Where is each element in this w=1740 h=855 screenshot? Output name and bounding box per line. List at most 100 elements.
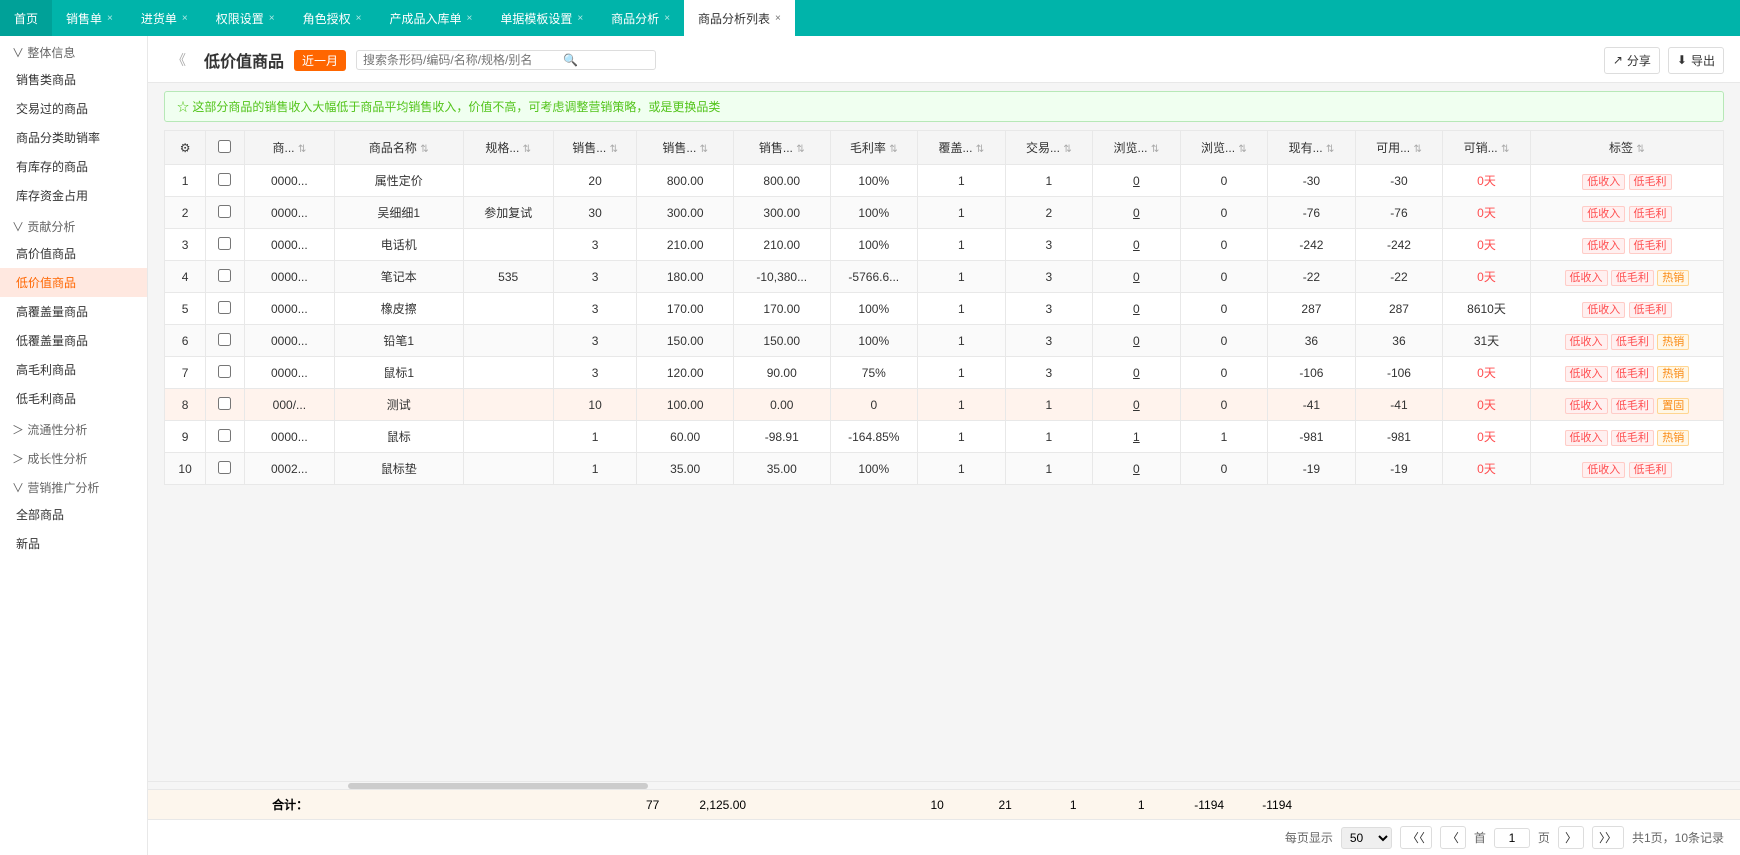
nav-template-settings[interactable]: 单据模板设置 × bbox=[486, 0, 597, 36]
sidebar-group-growth[interactable]: ＞ 成长性分析 bbox=[0, 442, 147, 471]
table-row: 5 0000... 橡皮擦 3 170.00 170.00 100% 1 3 0… bbox=[165, 293, 1724, 325]
tags-col-header[interactable]: 标签 ⇅ bbox=[1530, 131, 1723, 165]
browse1-value[interactable]: 0 bbox=[1133, 270, 1140, 284]
export-button[interactable]: ⬇ 导出 bbox=[1668, 47, 1724, 74]
row-checkbox[interactable] bbox=[218, 237, 231, 250]
close-icon[interactable]: × bbox=[466, 13, 472, 24]
close-icon[interactable]: × bbox=[107, 13, 113, 24]
browse1-value[interactable]: 0 bbox=[1133, 366, 1140, 380]
sidebar-group-circulation[interactable]: ＞ 流通性分析 bbox=[0, 413, 147, 442]
search-input[interactable] bbox=[363, 53, 563, 67]
sidebar-item-low-coverage[interactable]: 低覆盖量商品 bbox=[0, 326, 147, 355]
row-checkbox[interactable] bbox=[218, 301, 231, 314]
row-checkbox[interactable] bbox=[218, 333, 231, 346]
row-checkbox[interactable] bbox=[218, 397, 231, 410]
settings-col-header[interactable]: ⚙ bbox=[165, 131, 206, 165]
row-checkbox[interactable] bbox=[218, 429, 231, 442]
search-icon[interactable]: 🔍 bbox=[563, 53, 578, 67]
sidebar-item-inventory-funds[interactable]: 库存资金占用 bbox=[0, 181, 147, 210]
sidebar-item-high-coverage[interactable]: 高覆盖量商品 bbox=[0, 297, 147, 326]
browse1-value[interactable]: 0 bbox=[1133, 206, 1140, 220]
browse1-value[interactable]: 0 bbox=[1133, 174, 1140, 188]
row-checkbox[interactable] bbox=[218, 269, 231, 282]
sidebar-item-high-value[interactable]: 高价值商品 bbox=[0, 239, 147, 268]
sale-amt-col-header[interactable]: 销售... ⇅ bbox=[637, 131, 734, 165]
row-checkbox[interactable] bbox=[218, 365, 231, 378]
sidebar-item-high-profit[interactable]: 高毛利商品 bbox=[0, 355, 147, 384]
row-num-cell: 8 bbox=[165, 389, 206, 421]
coverage-col-header[interactable]: 覆盖... ⇅ bbox=[918, 131, 1006, 165]
close-icon[interactable]: × bbox=[775, 13, 781, 24]
sku-col-header[interactable]: 商... ⇅ bbox=[244, 131, 334, 165]
page-number-input[interactable] bbox=[1494, 828, 1530, 848]
last-page-button[interactable]: 〉〉 bbox=[1592, 826, 1624, 849]
browse1-value[interactable]: 0 bbox=[1133, 238, 1140, 252]
stock1-cell: -981 bbox=[1268, 421, 1356, 453]
row-checkbox[interactable] bbox=[218, 205, 231, 218]
nav-permission-settings[interactable]: 权限设置 × bbox=[202, 0, 289, 36]
sale-qty-col-header[interactable]: 销售... ⇅ bbox=[553, 131, 637, 165]
name-col-header[interactable]: 商品名称 ⇅ bbox=[334, 131, 463, 165]
browse1-value[interactable]: 0 bbox=[1133, 398, 1140, 412]
first-page-button[interactable]: 〈〈 bbox=[1400, 826, 1432, 849]
sidebar-group-marketing[interactable]: ∨ 营销推广分析 bbox=[0, 471, 147, 500]
share-button[interactable]: ↗ 分享 bbox=[1604, 47, 1660, 74]
row-checkbox[interactable] bbox=[218, 461, 231, 474]
spec-col-header[interactable]: 规格... ⇅ bbox=[463, 131, 553, 165]
sidebar-item-stocked-products[interactable]: 有库存的商品 bbox=[0, 152, 147, 181]
amt2-cell: 800.00 bbox=[733, 165, 830, 197]
next-page-button[interactable]: 〉 bbox=[1558, 826, 1584, 849]
nav-purchase-order[interactable]: 进货单 × bbox=[127, 0, 202, 36]
margin-col-header[interactable]: 毛利率 ⇅ bbox=[830, 131, 918, 165]
sidebar-item-all-products[interactable]: 全部商品 bbox=[0, 500, 147, 529]
scrollbar-thumb[interactable] bbox=[348, 783, 648, 789]
sku-cell: 0000... bbox=[244, 261, 334, 293]
browse1-value[interactable]: 0 bbox=[1133, 462, 1140, 476]
page-size-select[interactable]: 50 100 200 bbox=[1341, 827, 1392, 849]
close-icon[interactable]: × bbox=[577, 13, 583, 24]
amt3-cell: 75% bbox=[830, 357, 918, 389]
table-row: 10 0002... 鼠标垫 1 35.00 35.00 100% 1 1 0 … bbox=[165, 453, 1724, 485]
close-icon[interactable]: × bbox=[356, 13, 362, 24]
prev-page-button[interactable]: 〈 bbox=[1440, 826, 1466, 849]
name-cell: 鼠标垫 bbox=[334, 453, 463, 485]
browse2-col-header[interactable]: 浏览... ⇅ bbox=[1180, 131, 1268, 165]
salable-col-header[interactable]: 可销... ⇅ bbox=[1443, 131, 1531, 165]
nav-role-auth[interactable]: 角色授权 × bbox=[289, 0, 376, 36]
tags-cell: 低收入 低毛利 热销 bbox=[1530, 357, 1723, 389]
sidebar-item-low-profit[interactable]: 低毛利商品 bbox=[0, 384, 147, 413]
sidebar-item-traded-products[interactable]: 交易过的商品 bbox=[0, 94, 147, 123]
browse1-value[interactable]: 0 bbox=[1133, 302, 1140, 316]
time-filter-tag[interactable]: 近一月 bbox=[294, 50, 346, 71]
sale-amt2-col-header[interactable]: 销售... ⇅ bbox=[733, 131, 830, 165]
select-all-checkbox[interactable] bbox=[218, 140, 231, 153]
stock2-col-header[interactable]: 可用... ⇅ bbox=[1355, 131, 1443, 165]
close-icon[interactable]: × bbox=[269, 13, 275, 24]
tx-col-header[interactable]: 交易... ⇅ bbox=[1005, 131, 1093, 165]
amt2-cell: -10,380... bbox=[733, 261, 830, 293]
row-checkbox[interactable] bbox=[218, 173, 231, 186]
qty-cell: 3 bbox=[553, 229, 637, 261]
close-icon[interactable]: × bbox=[182, 13, 188, 24]
sidebar-group-contribution[interactable]: ∨ 贡献分析 bbox=[0, 210, 147, 239]
days-cell: 0天 bbox=[1443, 421, 1531, 453]
nav-product-stock[interactable]: 产成品入库单 × bbox=[375, 0, 486, 36]
close-icon[interactable]: × bbox=[664, 13, 670, 24]
browse1-value[interactable]: 0 bbox=[1133, 334, 1140, 348]
sidebar-item-new-products[interactable]: 新品 bbox=[0, 529, 147, 558]
nav-product-analysis-list[interactable]: 商品分析列表 × bbox=[684, 0, 795, 36]
checkbox-col-header bbox=[206, 131, 245, 165]
sidebar-item-sales-products[interactable]: 销售类商品 bbox=[0, 65, 147, 94]
sidebar-item-category-sales-rate[interactable]: 商品分类助销率 bbox=[0, 123, 147, 152]
collapse-sidebar-button[interactable]: 《 bbox=[164, 46, 194, 74]
horizontal-scrollbar[interactable] bbox=[148, 781, 1740, 789]
nav-home[interactable]: 首页 bbox=[0, 0, 52, 36]
nav-product-analysis[interactable]: 商品分析 × bbox=[597, 0, 684, 36]
stock1-col-header[interactable]: 现有... ⇅ bbox=[1268, 131, 1356, 165]
nav-sales-order[interactable]: 销售单 × bbox=[52, 0, 127, 36]
sidebar-item-low-value[interactable]: 低价值商品 bbox=[0, 268, 147, 297]
sidebar-group-overall[interactable]: ∨ 整体信息 bbox=[0, 36, 147, 65]
browse1-col-header[interactable]: 浏览... ⇅ bbox=[1093, 131, 1181, 165]
row-checkbox-cell bbox=[206, 325, 245, 357]
browse1-value[interactable]: 1 bbox=[1133, 430, 1140, 444]
